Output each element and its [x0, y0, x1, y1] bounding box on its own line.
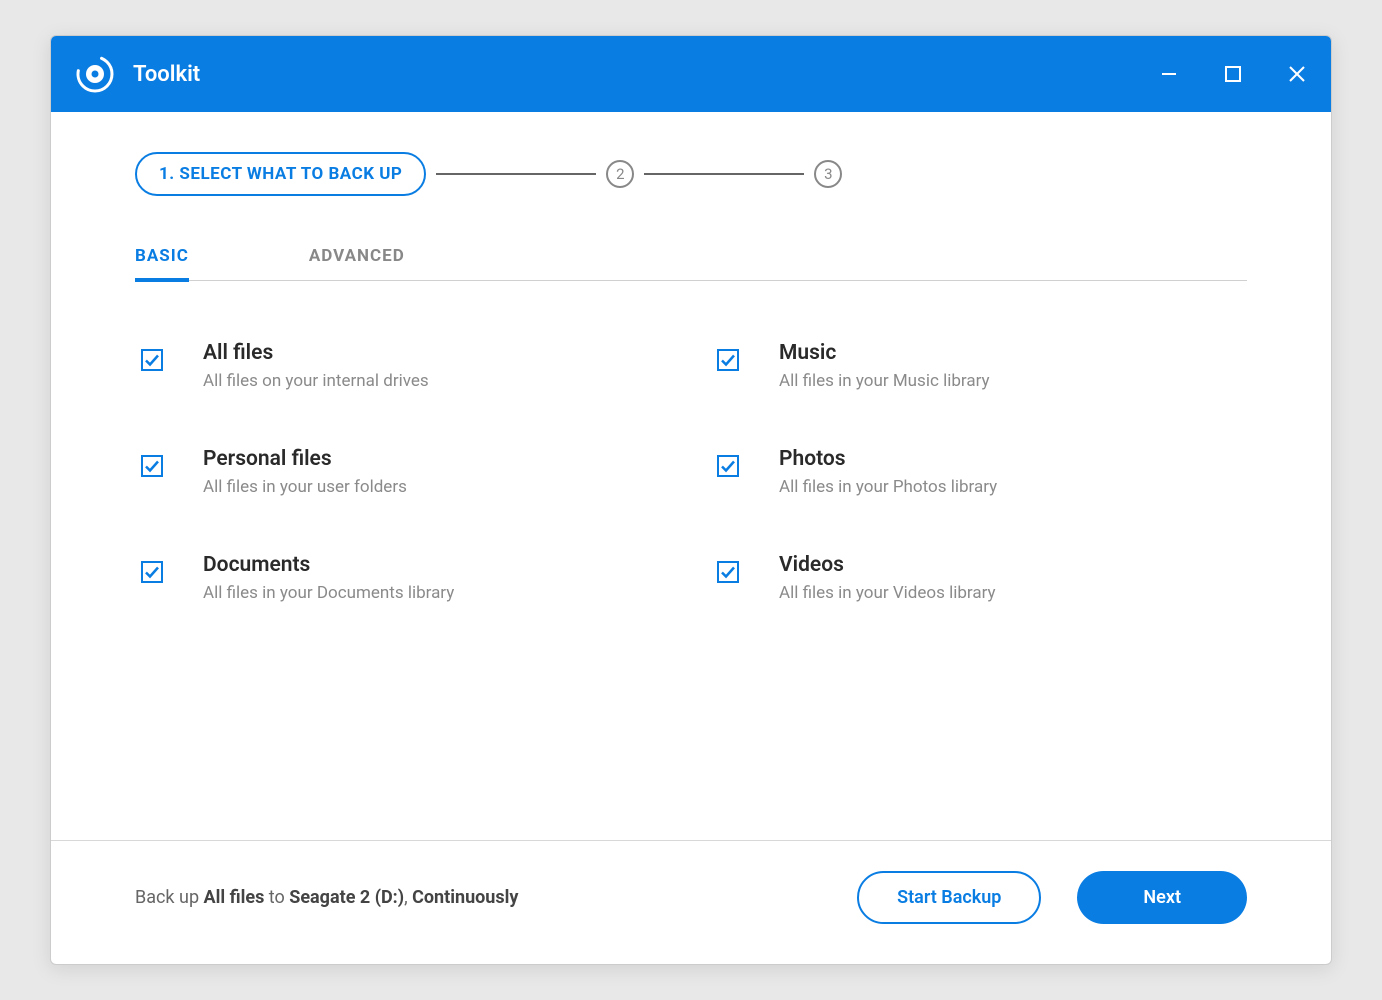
option-photos: Photos All files in your Photos library: [711, 447, 1247, 497]
window-controls: [1159, 64, 1307, 84]
summary-text: ,: [404, 887, 412, 908]
option-title: All files: [203, 341, 429, 365]
app-logo-icon: [75, 54, 115, 94]
step-indicator: 1. SELECT WHAT TO BACK UP 2 3: [135, 152, 1247, 196]
step-1-active: 1. SELECT WHAT TO BACK UP: [135, 152, 426, 196]
start-backup-button[interactable]: Start Backup: [857, 871, 1041, 924]
checkbox-videos[interactable]: [717, 561, 739, 583]
summary-text: Back up: [135, 887, 204, 908]
main-content: 1. SELECT WHAT TO BACK UP 2 3 BASIC ADVA…: [51, 112, 1331, 840]
option-desc: All files on your internal drives: [203, 371, 429, 391]
option-music: Music All files in your Music library: [711, 341, 1247, 391]
step-connector: [436, 173, 596, 175]
summary-dest: Seagate 2 (D:): [289, 887, 404, 908]
footer: Back up All files to Seagate 2 (D:), Con…: [51, 840, 1331, 964]
backup-summary: Back up All files to Seagate 2 (D:), Con…: [135, 887, 518, 908]
checkbox-personal-files[interactable]: [141, 455, 163, 477]
backup-options-grid: All files All files on your internal dri…: [135, 341, 1247, 603]
next-button[interactable]: Next: [1077, 871, 1247, 924]
app-window: Toolkit 1. SELECT WHAT TO BACK UP 2 3 BA…: [50, 35, 1332, 965]
option-title: Videos: [779, 553, 996, 577]
option-desc: All files in your user folders: [203, 477, 407, 497]
check-icon: [144, 458, 160, 474]
option-desc: All files in your Photos library: [779, 477, 997, 497]
minimize-button[interactable]: [1159, 64, 1179, 84]
app-title: Toolkit: [133, 62, 200, 87]
step-connector: [644, 173, 804, 175]
tab-bar: BASIC ADVANCED: [135, 246, 1247, 281]
option-title: Personal files: [203, 447, 407, 471]
option-title: Documents: [203, 553, 454, 577]
check-icon: [720, 352, 736, 368]
option-personal-files: Personal files All files in your user fo…: [135, 447, 671, 497]
option-all-files: All files All files on your internal dri…: [135, 341, 671, 391]
check-icon: [720, 458, 736, 474]
step-3: 3: [814, 160, 842, 188]
check-icon: [144, 352, 160, 368]
option-documents: Documents All files in your Documents li…: [135, 553, 671, 603]
close-button[interactable]: [1287, 64, 1307, 84]
check-icon: [144, 564, 160, 580]
checkbox-photos[interactable]: [717, 455, 739, 477]
option-desc: All files in your Videos library: [779, 583, 996, 603]
tab-basic[interactable]: BASIC: [135, 246, 189, 282]
tab-advanced[interactable]: ADVANCED: [309, 246, 405, 282]
checkbox-music[interactable]: [717, 349, 739, 371]
checkbox-all-files[interactable]: [141, 349, 163, 371]
titlebar: Toolkit: [51, 36, 1331, 112]
step-2: 2: [606, 160, 634, 188]
option-videos: Videos All files in your Videos library: [711, 553, 1247, 603]
option-title: Music: [779, 341, 990, 365]
option-desc: All files in your Music library: [779, 371, 990, 391]
summary-freq: Continuously: [412, 887, 518, 908]
option-desc: All files in your Documents library: [203, 583, 454, 603]
summary-what: All files: [204, 887, 265, 908]
option-title: Photos: [779, 447, 997, 471]
maximize-button[interactable]: [1223, 64, 1243, 84]
checkbox-documents[interactable]: [141, 561, 163, 583]
check-icon: [720, 564, 736, 580]
summary-text: to: [264, 887, 289, 908]
